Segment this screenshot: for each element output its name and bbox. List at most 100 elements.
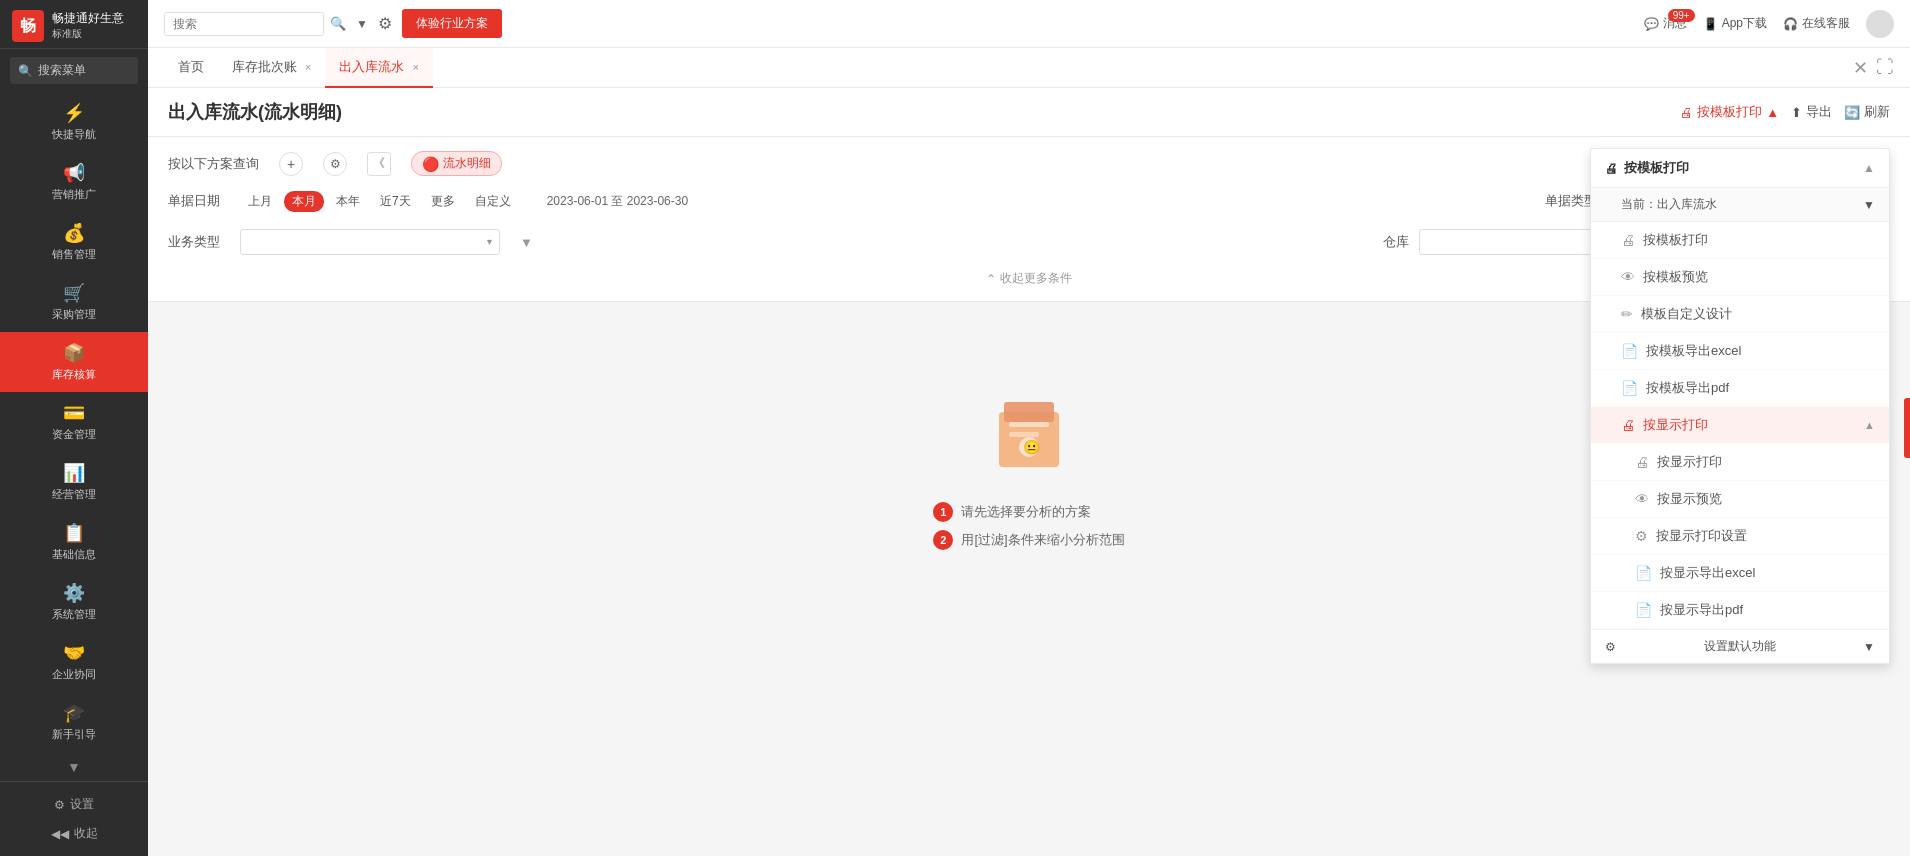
filter-collapse-button[interactable]: 《: [367, 152, 391, 176]
date-tab-this-month[interactable]: 本月: [284, 191, 324, 212]
biz-type-select-wrapper: [240, 229, 500, 255]
search-menu-button[interactable]: 🔍 搜索菜单: [10, 57, 138, 84]
tab-expand: ✕ ⛶: [1853, 57, 1894, 79]
sidebar-item-system[interactable]: ⚙️ 系统管理: [0, 572, 148, 632]
dropdown-item-display-print-settings[interactable]: ⚙ 按显示打印设置: [1591, 518, 1889, 555]
customer-service-button[interactable]: 🎧 在线客服: [1783, 15, 1850, 32]
topbar-search-icon[interactable]: 🔍: [330, 16, 346, 31]
topbar-search: 🔍: [164, 12, 346, 36]
biz-type-dropdown-icon[interactable]: ▼: [520, 235, 533, 250]
sidebar-scroll-down-button[interactable]: ▼: [0, 753, 148, 781]
dropdown-current-item[interactable]: 当前：出入库流水 ▼: [1591, 188, 1889, 222]
sidebar-item-finance[interactable]: 💳 资金管理: [0, 392, 148, 452]
empty-steps: 1 请先选择要分析的方案 2 用[过滤]条件来缩小分析范围: [933, 502, 1124, 550]
dropdown-footer-settings-icon: ⚙: [1605, 640, 1616, 654]
filter-flow-detail-tag[interactable]: 🔴 流水明细: [411, 151, 502, 176]
dropdown-pdf-icon-1: 📄: [1621, 380, 1638, 396]
dropdown-item-display-preview[interactable]: 👁 按显示预览: [1591, 481, 1889, 518]
messages-button[interactable]: 💬 消息 99+: [1644, 15, 1687, 32]
sidebar-item-purchase[interactable]: 🛒 采购管理: [0, 272, 148, 332]
svg-text:😐: 😐: [1023, 439, 1041, 456]
topbar-dropdown-arrow[interactable]: ▼: [356, 17, 368, 31]
sidebar-item-quick-nav[interactable]: ⚡ 快捷导航: [0, 92, 148, 152]
dropdown-item-display-print[interactable]: 🖨 按显示打印: [1591, 444, 1889, 481]
dropdown-footer-settings[interactable]: ⚙ 设置默认功能 ▼: [1591, 629, 1889, 663]
page-title: 出入库流水(流水明细): [168, 100, 342, 124]
app-logo-icon: 畅: [12, 10, 44, 42]
guide-icon: 🎓: [63, 702, 85, 724]
headset-icon: 🎧: [1783, 17, 1798, 31]
template-print-button[interactable]: 🖨 按模板打印 ▲: [1680, 103, 1779, 121]
dropdown-item-template-preview[interactable]: 👁 按模板预览: [1591, 259, 1889, 296]
main-content: 🔍 ▼ ⚙ 体验行业方案 💬 消息 99+ 📱 App下载 🎧 在线: [148, 0, 1910, 856]
tab-expand-icon[interactable]: ⛶: [1876, 57, 1894, 78]
dropdown-preview-icon-1: 👁: [1621, 269, 1635, 285]
tab-inout-flow-close[interactable]: ×: [412, 61, 418, 73]
sidebar-item-basic[interactable]: 📋 基础信息: [0, 512, 148, 572]
sidebar-item-guide[interactable]: 🎓 新手引导: [0, 692, 148, 752]
tab-batch-account-close[interactable]: ×: [305, 61, 311, 73]
printer-icon: 🖨: [1680, 105, 1693, 120]
page-header: 出入库流水(流水明细) 🖨 按模板打印 ▲ ⬆ 导出 🔄 刷新: [148, 88, 1910, 137]
dropdown-item-template-export-excel[interactable]: 📄 按模板导出excel: [1591, 333, 1889, 370]
export-button[interactable]: ⬆ 导出: [1791, 103, 1832, 121]
tabs-bar: 首页 库存批次账 × 出入库流水 × ✕ ⛶: [148, 48, 1910, 88]
sidebar-item-inventory[interactable]: 📦 库存核算: [0, 332, 148, 392]
dropdown-collapse-icon[interactable]: ▲: [1863, 161, 1875, 175]
filter-add-button[interactable]: +: [279, 152, 303, 176]
operation-icon: 📊: [63, 462, 85, 484]
phone-icon: 📱: [1703, 17, 1718, 31]
dropdown-excel-icon-2: 📄: [1635, 565, 1652, 581]
dropdown-item-template-print[interactable]: 🖨 按模板打印: [1591, 222, 1889, 259]
basic-icon: 📋: [63, 522, 85, 544]
refresh-button[interactable]: 🔄 刷新: [1844, 103, 1890, 121]
date-tab-more[interactable]: 更多: [423, 191, 463, 212]
date-tab-last-month[interactable]: 上月: [240, 191, 280, 212]
dropdown-title: 🖨 按模板打印: [1605, 159, 1689, 177]
filter-section-label: 按以下方案查询: [168, 155, 259, 173]
sidebar-item-enterprise[interactable]: 🤝 企业协同: [0, 632, 148, 692]
search-icon: 🔍: [18, 64, 33, 78]
topbar-left: 🔍 ▼ ⚙ 体验行业方案: [164, 9, 502, 38]
topbar-search-input[interactable]: [164, 12, 324, 36]
dropdown-group-arrow: ▲: [1864, 419, 1875, 431]
dropdown-printer-icon-3: 🖨: [1635, 454, 1649, 470]
step-1-number: 1: [933, 502, 953, 522]
user-avatar[interactable]: [1866, 10, 1894, 38]
sidebar-settings-button[interactable]: ⚙ 设置: [0, 790, 148, 819]
tab-home[interactable]: 首页: [164, 48, 218, 88]
topbar-gear-icon[interactable]: ⚙: [378, 14, 392, 33]
tab-inout-flow[interactable]: 出入库流水 ×: [325, 48, 432, 88]
template-print-dropdown: 🖨 按模板打印 ▲ 当前：出入库流水 ▼ 🖨 按模板打印 👁 按模板预览: [1590, 148, 1890, 664]
tab-close-all-icon[interactable]: ✕: [1853, 57, 1868, 79]
dropdown-item-display-export-excel[interactable]: 📄 按显示导出excel: [1591, 555, 1889, 592]
industry-solution-button[interactable]: 体验行业方案: [402, 9, 502, 38]
tab-batch-account[interactable]: 库存批次账 ×: [218, 48, 325, 88]
sidebar-settings-icon: ⚙: [54, 798, 65, 812]
biz-type-select[interactable]: [240, 229, 500, 255]
right-edge-handle[interactable]: [1904, 398, 1910, 458]
svg-rect-2: [1009, 422, 1049, 427]
svg-rect-1: [1004, 402, 1054, 422]
sidebar-item-sales[interactable]: 💰 销售管理: [0, 212, 148, 272]
dropdown-printer-icon-1: 🖨: [1621, 232, 1635, 248]
filter-setting-button[interactable]: ⚙: [323, 152, 347, 176]
dropdown-item-template-custom[interactable]: ✏ 模板自定义设计: [1591, 296, 1889, 333]
finance-icon: 💳: [63, 402, 85, 424]
app-download-button[interactable]: 📱 App下载: [1703, 15, 1767, 32]
sidebar-item-marketing[interactable]: 📢 营销推广: [0, 152, 148, 212]
dropdown-printer-icon-2: 🖨: [1621, 417, 1635, 433]
sidebar-logo: 畅 畅捷通好生意 标准版: [0, 0, 148, 49]
date-tab-7days[interactable]: 近7天: [372, 191, 419, 212]
date-tab-custom[interactable]: 自定义: [467, 191, 519, 212]
dropdown-item-display-export-pdf[interactable]: 📄 按显示导出pdf: [1591, 592, 1889, 629]
sidebar-collapse-button[interactable]: ◀◀ 收起: [0, 819, 148, 848]
empty-step-2: 2 用[过滤]条件来缩小分析范围: [933, 530, 1124, 550]
app-logo-text: 畅捷通好生意 标准版: [52, 11, 124, 41]
sidebar-item-operation[interactable]: 📊 经营管理: [0, 452, 148, 512]
dropdown-item-display-print-group[interactable]: 🖨 按显示打印 ▲: [1591, 407, 1889, 444]
dropdown-item-template-export-pdf[interactable]: 📄 按模板导出pdf: [1591, 370, 1889, 407]
empty-state-icon: 😐: [979, 382, 1079, 482]
date-tab-this-year[interactable]: 本年: [328, 191, 368, 212]
topbar-right: 💬 消息 99+ 📱 App下载 🎧 在线客服: [1644, 10, 1894, 38]
